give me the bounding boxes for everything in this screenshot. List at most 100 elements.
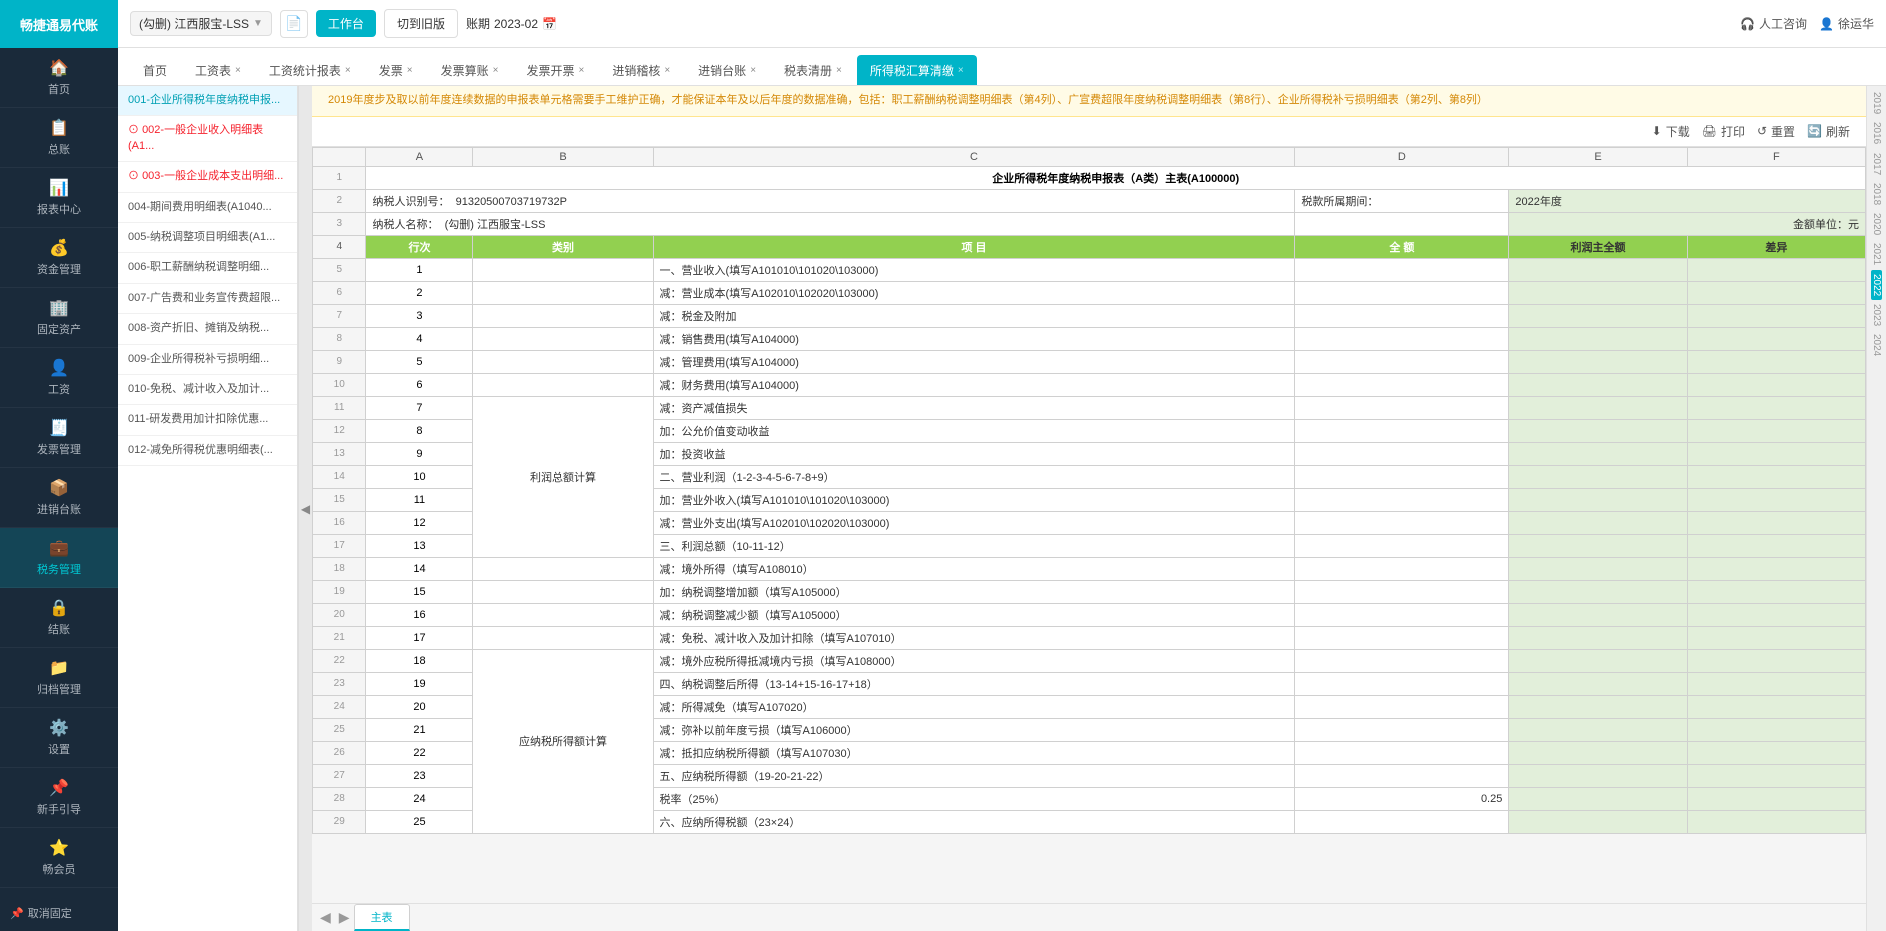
workbench-button[interactable]: 工作台 <box>316 10 376 37</box>
lirong-cell[interactable] <box>1509 511 1687 534</box>
sidebar-item-archive[interactable]: 📁归档管理 <box>0 648 118 708</box>
val-cell[interactable] <box>1295 580 1509 603</box>
calendar-icon[interactable]: 📅 <box>542 17 557 31</box>
reset-button[interactable]: ↺ 重置 <box>1757 123 1795 140</box>
val-cell[interactable]: 0.25 <box>1295 787 1509 810</box>
lirong-cell[interactable] <box>1509 718 1687 741</box>
left-panel-item-010[interactable]: 010-免税、减计收入及加计... <box>118 375 297 405</box>
sidebar-item-settings[interactable]: ⚙️设置 <box>0 708 118 768</box>
chay-cell[interactable] <box>1687 534 1865 557</box>
sheet-area[interactable]: A B C D E F 1企业所得税年度纳税申报表（A类）主表(A100000)… <box>312 147 1866 903</box>
chay-cell[interactable] <box>1687 396 1865 419</box>
val-cell[interactable] <box>1295 511 1509 534</box>
chay-cell[interactable] <box>1687 672 1865 695</box>
chay-cell[interactable] <box>1687 465 1865 488</box>
sheet-tab-prev-arrow[interactable]: ◀ <box>316 909 335 926</box>
lirong-cell[interactable] <box>1509 258 1687 281</box>
sidebar-item-sales[interactable]: 📦进销台账 <box>0 468 118 528</box>
lirong-cell[interactable] <box>1509 580 1687 603</box>
lirong-cell[interactable] <box>1509 764 1687 787</box>
sidebar-item-guide[interactable]: 📌新手引导 <box>0 768 118 828</box>
chay-cell[interactable] <box>1687 810 1865 833</box>
tab-close-1[interactable]: × <box>235 65 241 76</box>
download-button[interactable]: ⬇ 下载 <box>1652 123 1690 140</box>
left-panel-item-002[interactable]: ⊙ 002-一般企业收入明细表(A1... <box>118 116 297 162</box>
lirong-cell[interactable] <box>1509 672 1687 695</box>
left-panel-item-004[interactable]: 004-期间费用明细表(A1040... <box>118 193 297 223</box>
val-cell[interactable] <box>1295 695 1509 718</box>
lirong-cell[interactable] <box>1509 649 1687 672</box>
val-cell[interactable] <box>1295 281 1509 304</box>
lirong-cell[interactable] <box>1509 603 1687 626</box>
val-cell[interactable] <box>1295 442 1509 465</box>
left-panel-item-005[interactable]: 005-纳税调整项目明细表(A1... <box>118 223 297 253</box>
tab-close-6[interactable]: × <box>664 65 670 76</box>
val-cell[interactable] <box>1295 373 1509 396</box>
chay-cell[interactable] <box>1687 649 1865 672</box>
val-cell[interactable] <box>1295 396 1509 419</box>
cancel-pin-button[interactable]: 📌 取消固定 <box>0 895 118 931</box>
tab-8[interactable]: 税表清册× <box>771 55 855 85</box>
tab-close-7[interactable]: × <box>750 65 756 76</box>
chay-cell[interactable] <box>1687 787 1865 810</box>
lirong-cell[interactable] <box>1509 787 1687 810</box>
val-cell[interactable] <box>1295 626 1509 649</box>
val-cell[interactable] <box>1295 764 1509 787</box>
tab-2[interactable]: 工资统计报表× <box>256 55 364 85</box>
val-cell[interactable] <box>1295 419 1509 442</box>
collapse-panel-button[interactable]: ◀ <box>298 86 312 931</box>
sidebar-item-invoice[interactable]: 🧾发票管理 <box>0 408 118 468</box>
chay-cell[interactable] <box>1687 258 1865 281</box>
scroll-nav-year-2016[interactable]: 2016 <box>1871 118 1882 148</box>
left-panel-item-009[interactable]: 009-企业所得税补亏损明细... <box>118 345 297 375</box>
switch-old-button[interactable]: 切到旧版 <box>384 9 458 38</box>
left-panel-item-006[interactable]: 006-职工薪酬纳税调整明细... <box>118 253 297 283</box>
user-profile[interactable]: 👤 徐运华 <box>1819 15 1874 32</box>
scroll-nav-year-2022[interactable]: 2022 <box>1871 270 1882 300</box>
left-panel-item-001[interactable]: 001-企业所得税年度纳税申报... <box>118 86 297 116</box>
lirong-cell[interactable] <box>1509 626 1687 649</box>
chay-cell[interactable] <box>1687 327 1865 350</box>
chay-cell[interactable] <box>1687 350 1865 373</box>
lirong-cell[interactable] <box>1509 465 1687 488</box>
lirong-cell[interactable] <box>1509 557 1687 580</box>
chay-cell[interactable] <box>1687 580 1865 603</box>
sidebar-item-home[interactable]: 🏠首页 <box>0 48 118 108</box>
val-cell[interactable] <box>1295 741 1509 764</box>
scroll-nav-year-2024[interactable]: 2024 <box>1871 330 1882 360</box>
val-cell[interactable] <box>1295 304 1509 327</box>
tab-close-4[interactable]: × <box>493 65 499 76</box>
sidebar-item-fixed[interactable]: 🏢固定资产 <box>0 288 118 348</box>
tab-0[interactable]: 首页 <box>130 55 180 85</box>
lirong-cell[interactable] <box>1509 396 1687 419</box>
scroll-nav-year-2020[interactable]: 2020 <box>1871 209 1882 239</box>
refresh-button[interactable]: 🔄 刷新 <box>1807 123 1850 140</box>
left-panel-item-007[interactable]: 007-广告费和业务宣传费超限... <box>118 284 297 314</box>
val-cell[interactable] <box>1295 350 1509 373</box>
val-cell[interactable] <box>1295 488 1509 511</box>
tab-close-5[interactable]: × <box>578 65 584 76</box>
chay-cell[interactable] <box>1687 373 1865 396</box>
lirong-cell[interactable] <box>1509 419 1687 442</box>
val-cell[interactable] <box>1295 718 1509 741</box>
sidebar-item-member[interactable]: ⭐畅会员 <box>0 828 118 888</box>
chay-cell[interactable] <box>1687 718 1865 741</box>
lirong-cell[interactable] <box>1509 488 1687 511</box>
chay-cell[interactable] <box>1687 764 1865 787</box>
tab-9[interactable]: 所得税汇算清缴× <box>857 55 977 85</box>
scroll-nav-year-2018[interactable]: 2018 <box>1871 179 1882 209</box>
left-panel-item-008[interactable]: 008-资产折旧、摊销及纳税... <box>118 314 297 344</box>
val-cell[interactable] <box>1295 603 1509 626</box>
sidebar-item-reports[interactable]: 📊报表中心 <box>0 168 118 228</box>
chay-cell[interactable] <box>1687 741 1865 764</box>
sidebar-item-salary[interactable]: 👤工资 <box>0 348 118 408</box>
lirong-cell[interactable] <box>1509 810 1687 833</box>
print-button[interactable]: 🖨 打印 <box>1702 123 1745 140</box>
scroll-nav-year-2021[interactable]: 2021 <box>1871 239 1882 269</box>
tab-close-3[interactable]: × <box>407 65 413 76</box>
tab-1[interactable]: 工资表× <box>182 55 254 85</box>
val-cell[interactable] <box>1295 649 1509 672</box>
lirong-cell[interactable] <box>1509 373 1687 396</box>
chay-cell[interactable] <box>1687 511 1865 534</box>
val-cell[interactable] <box>1295 465 1509 488</box>
